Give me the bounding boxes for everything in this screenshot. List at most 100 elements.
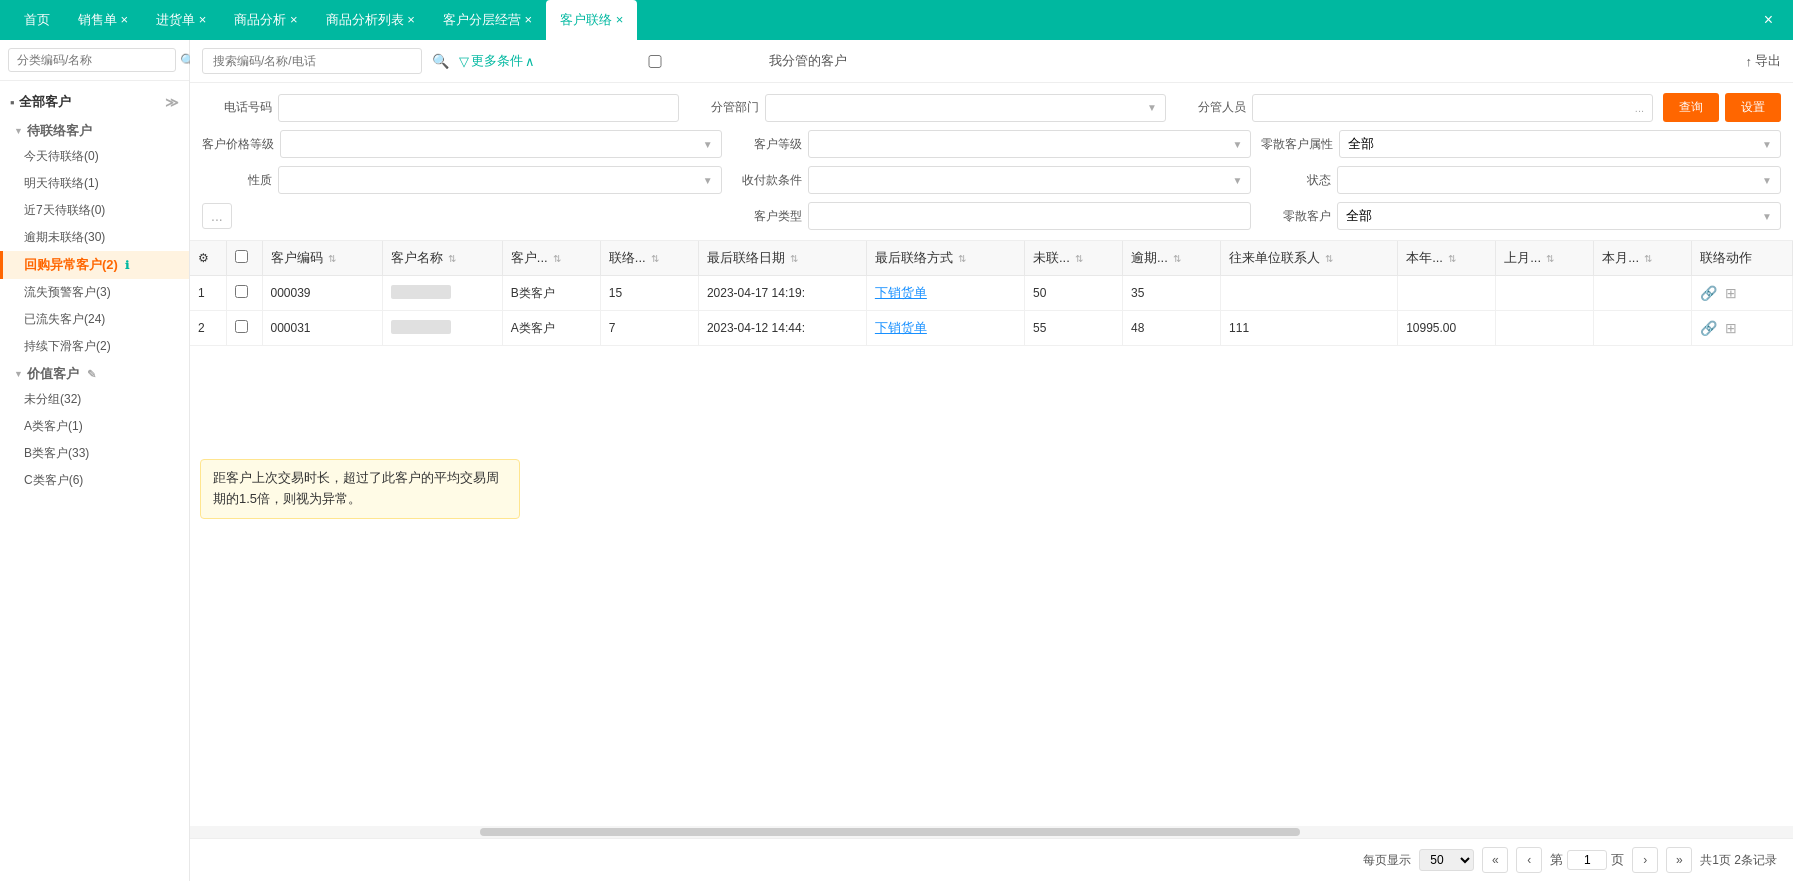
row1-link-icon[interactable]: 🔗 — [1700, 285, 1717, 301]
status-select[interactable]: ▼ — [1337, 166, 1781, 194]
row1-code: 000039 — [262, 276, 382, 311]
row1-last-method[interactable]: 下销货单 — [866, 276, 1024, 311]
search-button[interactable]: 🔍 — [432, 53, 449, 69]
col-this-month[interactable]: 本月... ⇅ — [1594, 241, 1692, 276]
sidebar-item-b-class[interactable]: B类客户(33) — [0, 440, 189, 467]
phone-select[interactable] — [278, 94, 679, 122]
col-name[interactable]: 客户名称 ⇅ — [382, 241, 502, 276]
sidebar-item-today-pending[interactable]: 今天待联络(0) — [0, 143, 189, 170]
prev-page-button[interactable]: ‹ — [1516, 847, 1542, 873]
col-last-date[interactable]: 最后联络日期 ⇅ — [698, 241, 866, 276]
manager-label: 分管人员 — [1176, 99, 1246, 116]
search-input[interactable] — [202, 48, 422, 74]
sidebar-item-unclassified[interactable]: 未分组(32) — [0, 386, 189, 413]
gender-select[interactable]: ▼ — [278, 166, 722, 194]
row1-name — [382, 276, 502, 311]
sidebar-item-c-class[interactable]: C类客户(6) — [0, 467, 189, 494]
first-page-button[interactable]: « — [1482, 847, 1508, 873]
nav-home[interactable]: 首页 — [10, 0, 64, 40]
payment-select[interactable]: ▼ — [808, 166, 1252, 194]
sidebar-item-declining[interactable]: 持续下滑客户(2) — [0, 333, 189, 360]
sidebar-item-churn-warning[interactable]: 流失预警客户(3) — [0, 279, 189, 306]
filter-row-1: 电话号码 分管部门 ▼ 分管人员 ... — [202, 93, 1781, 122]
col-overdue[interactable]: 逾期... ⇅ — [1123, 241, 1221, 276]
sidebar-item-churned[interactable]: 已流失客户(24) — [0, 306, 189, 333]
row1-index: 1 — [190, 276, 226, 311]
col-code[interactable]: 客户编码 ⇅ — [262, 241, 382, 276]
dots-button[interactable]: ... — [202, 203, 232, 229]
sidebar-item-a-class[interactable]: A类客户(1) — [0, 413, 189, 440]
row2-checkbox[interactable] — [226, 311, 262, 346]
sidebar-item-tomorrow-pending[interactable]: 明天待联络(1) — [0, 170, 189, 197]
col-this-year[interactable]: 本年... ⇅ — [1398, 241, 1496, 276]
pending-section-title[interactable]: 待联络客户 — [0, 117, 189, 143]
filter-panel: 电话号码 分管部门 ▼ 分管人员 ... — [190, 83, 1793, 241]
per-page-select[interactable]: 50 100 200 — [1419, 849, 1474, 871]
col-contact-person[interactable]: 往来单位联系人 ⇅ — [1221, 241, 1398, 276]
row2-contact-count: 7 — [600, 311, 698, 346]
col-settings[interactable]: ⚙ — [190, 241, 226, 276]
sort-icon-person: ⇅ — [1325, 253, 1333, 264]
my-customers-checkbox-label[interactable]: 我分管的客户 — [545, 52, 847, 70]
col-uncontacted[interactable]: 未联... ⇅ — [1024, 241, 1122, 276]
value-section-title[interactable]: 价值客户 ✎ — [0, 360, 189, 386]
customer-level-select[interactable]: ▼ — [808, 130, 1252, 158]
phone-field: 电话号码 — [202, 94, 679, 122]
row2-index: 2 — [190, 311, 226, 346]
my-customers-checkbox[interactable] — [545, 55, 765, 68]
query-button[interactable]: 查询 — [1663, 93, 1719, 122]
phone-label: 电话号码 — [202, 99, 272, 116]
col-type[interactable]: 客户... ⇅ — [502, 241, 600, 276]
col-contact-count[interactable]: 联络... ⇅ — [600, 241, 698, 276]
row2-select[interactable] — [235, 320, 248, 333]
row2-link-icon[interactable]: 🔗 — [1700, 320, 1717, 336]
collapse-icon[interactable]: ≫ — [165, 95, 179, 110]
sort-icon-overdue: ⇅ — [1173, 253, 1181, 264]
export-button[interactable]: ↑ 导出 — [1746, 52, 1782, 70]
row2-last-method[interactable]: 下销货单 — [866, 311, 1024, 346]
retail-customer-select[interactable]: 全部 ▼ — [1337, 202, 1781, 230]
close-window-button[interactable]: × — [1754, 11, 1783, 29]
col-last-method[interactable]: 最后联络方式 ⇅ — [866, 241, 1024, 276]
col-checkbox[interactable] — [226, 241, 262, 276]
row1-grid-icon[interactable]: ⊞ — [1725, 285, 1737, 301]
row1-type: B类客户 — [502, 276, 600, 311]
nav-purchase[interactable]: 进货单 × — [142, 0, 220, 40]
col-last-month[interactable]: 上月... ⇅ — [1496, 241, 1594, 276]
customer-type-select[interactable] — [808, 202, 1252, 230]
manager-select[interactable]: ... — [1252, 94, 1653, 122]
nav-customer-tier[interactable]: 客户分层经营 × — [429, 0, 546, 40]
sidebar-item-7days-pending[interactable]: 近7天待联络(0) — [0, 197, 189, 224]
pagination-total: 共1页 2条记录 — [1700, 852, 1777, 869]
settings-button[interactable]: 设置 — [1725, 93, 1781, 122]
last-page-button[interactable]: » — [1666, 847, 1692, 873]
row1-select[interactable] — [235, 285, 248, 298]
page-input[interactable] — [1567, 850, 1607, 870]
row1-last-date: 2023-04-17 14:19: — [698, 276, 866, 311]
horizontal-scrollbar[interactable] — [190, 826, 1793, 838]
price-level-select[interactable]: ▼ — [280, 130, 722, 158]
sidebar-search-input[interactable] — [8, 48, 176, 72]
nav-sales[interactable]: 销售单 × — [64, 0, 142, 40]
manager-dots-icon: ... — [1635, 102, 1644, 114]
row2-code: 000031 — [262, 311, 382, 346]
all-customers-title[interactable]: ▪ 全部客户 ≫ — [0, 87, 189, 117]
retail-attr-field: 零散客户属性 全部 ▼ — [1261, 130, 1781, 158]
nav-customer-contact[interactable]: 客户联络 × — [546, 0, 637, 40]
nav-product-analysis[interactable]: 商品分析 × — [220, 0, 311, 40]
edit-icon[interactable]: ✎ — [87, 368, 96, 381]
sidebar-item-overdue[interactable]: 逾期未联络(30) — [0, 224, 189, 251]
branch-arrow-icon: ▼ — [1147, 102, 1157, 113]
select-all-checkbox[interactable] — [235, 250, 248, 263]
sidebar-item-repurchase-abnormal[interactable]: 回购异常客户(2) ℹ — [0, 251, 189, 279]
customer-type-label: 客户类型 — [732, 208, 802, 225]
scrollbar-thumb[interactable] — [480, 828, 1300, 836]
more-conditions-button[interactable]: ▽ 更多条件 ∧ — [459, 52, 535, 70]
retail-attr-select[interactable]: 全部 ▼ — [1339, 130, 1781, 158]
nav-product-list[interactable]: 商品分析列表 × — [312, 0, 429, 40]
branch-field: 分管部门 ▼ — [689, 94, 1166, 122]
row1-checkbox[interactable] — [226, 276, 262, 311]
row2-grid-icon[interactable]: ⊞ — [1725, 320, 1737, 336]
branch-select[interactable]: ▼ — [765, 94, 1166, 122]
next-page-button[interactable]: › — [1632, 847, 1658, 873]
